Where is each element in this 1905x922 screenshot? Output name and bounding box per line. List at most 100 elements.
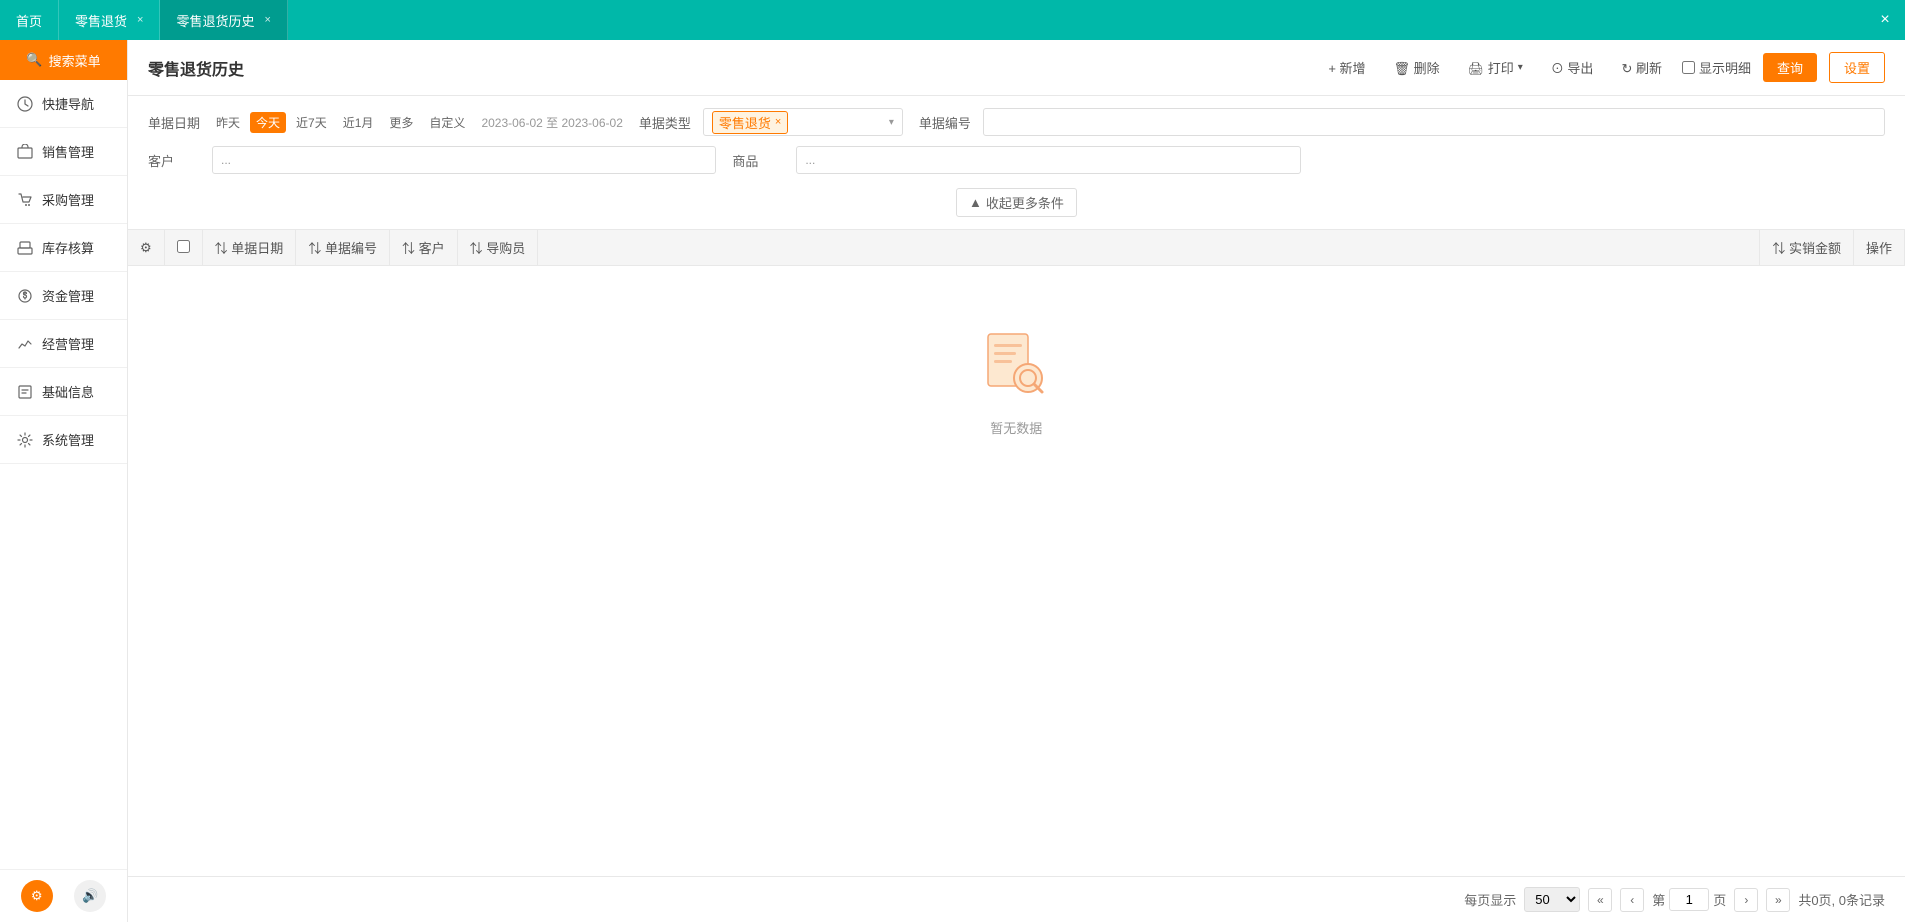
sidebar-item-finance-label: 资金管理 <box>42 286 94 305</box>
col-guide-icon: ⇅ <box>470 241 483 256</box>
col-guide[interactable]: ⇅ 导购员 <box>457 230 538 266</box>
sidebar-item-basic-info[interactable]: 基础信息 <box>0 368 127 416</box>
print-button[interactable]: 🖨 打印 ▾ <box>1460 54 1531 81</box>
settings-button[interactable]: 设置 <box>1829 52 1885 83</box>
tab-retail-return-history[interactable]: 零售退货历史 × <box>160 0 287 40</box>
next-page-button[interactable]: › <box>1734 888 1758 912</box>
empty-state: 暂无数据 <box>128 266 1905 497</box>
date-btn-more[interactable]: 更多 <box>383 112 419 133</box>
tab-retail-return-label: 零售退货 <box>75 11 127 30</box>
export-button-label: ⊙ 导出 <box>1551 58 1594 77</box>
empty-state-icon <box>976 326 1056 406</box>
sidebar-item-purchase[interactable]: 采购管理 <box>0 176 127 224</box>
filter-date-item: 单据日期 昨天 今天 近7天 近1月 更多 自定义 2023-06-02 至 2… <box>148 112 623 133</box>
col-doc-no-label: 单据编号 <box>325 241 377 256</box>
date-btn-custom[interactable]: 自定义 <box>423 112 471 133</box>
sidebar-item-inventory-label: 库存核算 <box>42 238 94 257</box>
sidebar-item-system[interactable]: 系统管理 <box>0 416 127 464</box>
filter-row-1: 单据日期 昨天 今天 近7天 近1月 更多 自定义 2023-06-02 至 2… <box>148 108 1885 136</box>
col-checkbox[interactable] <box>164 230 202 266</box>
sidebar-bottom: ⚙ 🔊 <box>0 869 127 922</box>
page-size-label: 每页显示 <box>1464 890 1516 909</box>
date-btn-yesterday[interactable]: 昨天 <box>210 112 246 133</box>
last-page-button[interactable]: » <box>1766 888 1790 912</box>
date-btn-1month[interactable]: 近1月 <box>337 112 380 133</box>
empty-state-text: 暂无数据 <box>990 418 1042 437</box>
filter-customer-label: 客户 <box>148 151 204 170</box>
sidebar-item-sales[interactable]: 销售管理 <box>0 128 127 176</box>
table-container: ⚙ ⇅ 单据日期 ⇅ 单据编号 <box>128 230 1905 876</box>
page-prefix: 第 <box>1652 890 1665 909</box>
tab-retail-return[interactable]: 零售退货 × <box>59 0 160 40</box>
filter-goods-input[interactable]: ... <box>796 146 1300 174</box>
new-button[interactable]: + 新增 <box>1320 54 1373 81</box>
customer-ellipsis: ... <box>221 153 231 167</box>
filter-docno-label: 单据编号 <box>919 113 975 132</box>
delete-button[interactable]: 🗑 删除 <box>1386 54 1448 81</box>
operations-icon <box>16 335 34 353</box>
system-icon <box>16 431 34 449</box>
prev-page-button[interactable]: ‹ <box>1620 888 1644 912</box>
select-all-checkbox[interactable] <box>177 240 190 253</box>
tab-home-label: 首页 <box>16 11 42 30</box>
first-page-button[interactable]: « <box>1588 888 1612 912</box>
date-btn-7days[interactable]: 近7天 <box>290 112 333 133</box>
sidebar: 🔍 搜索菜单 快捷导航 销售管理 采购管理 库存核算 <box>0 40 128 922</box>
collapse-label: 收起更多条件 <box>986 193 1064 212</box>
toolbar: + 新增 🗑 删除 🖨 打印 ▾ ⊙ 导出 ↻ 刷新 显示明细 <box>1320 52 1885 83</box>
window-close-button[interactable]: × <box>1865 0 1905 40</box>
col-customer[interactable]: ⇅ 客户 <box>389 230 457 266</box>
filter-date-label: 单据日期 <box>148 113 204 132</box>
filter-docno-item: 单据编号 <box>919 108 1885 136</box>
sidebar-item-quick-nav-label: 快捷导航 <box>42 94 94 113</box>
top-bar: 首页 零售退货 × 零售退货历史 × × <box>0 0 1905 40</box>
export-button[interactable]: ⊙ 导出 <box>1543 54 1602 81</box>
doctype-chevron-icon: ▾ <box>889 117 894 128</box>
sidebar-item-operations[interactable]: 经营管理 <box>0 320 127 368</box>
col-settings[interactable]: ⚙ <box>128 230 164 266</box>
finance-icon <box>16 287 34 305</box>
empty-state-cell: 暂无数据 <box>128 266 1905 498</box>
col-amount-label: 实销金额 <box>1789 241 1841 256</box>
sidebar-item-finance[interactable]: 资金管理 <box>0 272 127 320</box>
col-doc-date-icon: ⇅ <box>215 241 228 256</box>
refresh-button[interactable]: ↻ 刷新 <box>1613 54 1670 81</box>
filter-goods-label: 商品 <box>732 151 788 170</box>
table-settings-icon[interactable]: ⚙ <box>140 240 152 255</box>
filter-customer-input[interactable]: ... <box>212 146 716 174</box>
date-btn-today[interactable]: 今天 <box>250 112 286 133</box>
col-customer-icon: ⇅ <box>402 241 415 256</box>
col-amount[interactable]: ⇅ 实销金额 <box>1760 230 1854 266</box>
goods-ellipsis: ... <box>805 153 815 167</box>
col-customer-label: 客户 <box>419 241 445 256</box>
page-suffix: 页 <box>1713 890 1726 909</box>
query-button[interactable]: 查询 <box>1763 53 1817 82</box>
col-doc-date[interactable]: ⇅ 单据日期 <box>202 230 296 266</box>
col-doc-date-label: 单据日期 <box>231 241 283 256</box>
show-detail-checkbox-label[interactable]: 显示明细 <box>1682 58 1751 77</box>
collapse-up-icon: ▲ <box>969 195 982 210</box>
collapse-button[interactable]: ▲ 收起更多条件 <box>956 188 1077 217</box>
sidebar-item-inventory[interactable]: 库存核算 <box>0 224 127 272</box>
sidebar-item-sales-label: 销售管理 <box>42 142 94 161</box>
sidebar-settings-button[interactable]: ⚙ <box>21 880 53 912</box>
inventory-icon <box>16 239 34 257</box>
page-size-select[interactable]: 10 20 50 100 <box>1524 887 1580 912</box>
show-detail-checkbox[interactable] <box>1682 61 1695 74</box>
sidebar-item-quick-nav[interactable]: 快捷导航 <box>0 80 127 128</box>
filter-customer-item: 客户 ... <box>148 146 716 174</box>
sidebar-sound-button[interactable]: 🔊 <box>74 880 106 912</box>
sidebar-search[interactable]: 🔍 搜索菜单 <box>0 40 127 80</box>
col-doc-no[interactable]: ⇅ 单据编号 <box>296 230 390 266</box>
filter-docno-input[interactable] <box>983 108 1885 136</box>
page-input[interactable]: 1 <box>1669 888 1709 911</box>
quick-nav-icon <box>16 95 34 113</box>
tab-retail-return-history-close[interactable]: × <box>264 14 270 26</box>
filter-doctype-select[interactable]: 零售退货 × ▾ <box>703 108 903 136</box>
sidebar-search-label: 搜索菜单 <box>49 51 101 70</box>
filter-date-buttons: 昨天 今天 近7天 近1月 更多 自定义 <box>210 112 471 133</box>
filter-doctype-item: 单据类型 零售退货 × ▾ <box>639 108 903 136</box>
tab-retail-return-close[interactable]: × <box>137 14 143 26</box>
tab-home[interactable]: 首页 <box>0 0 59 40</box>
filter-doctype-tag-close[interactable]: × <box>775 116 781 128</box>
